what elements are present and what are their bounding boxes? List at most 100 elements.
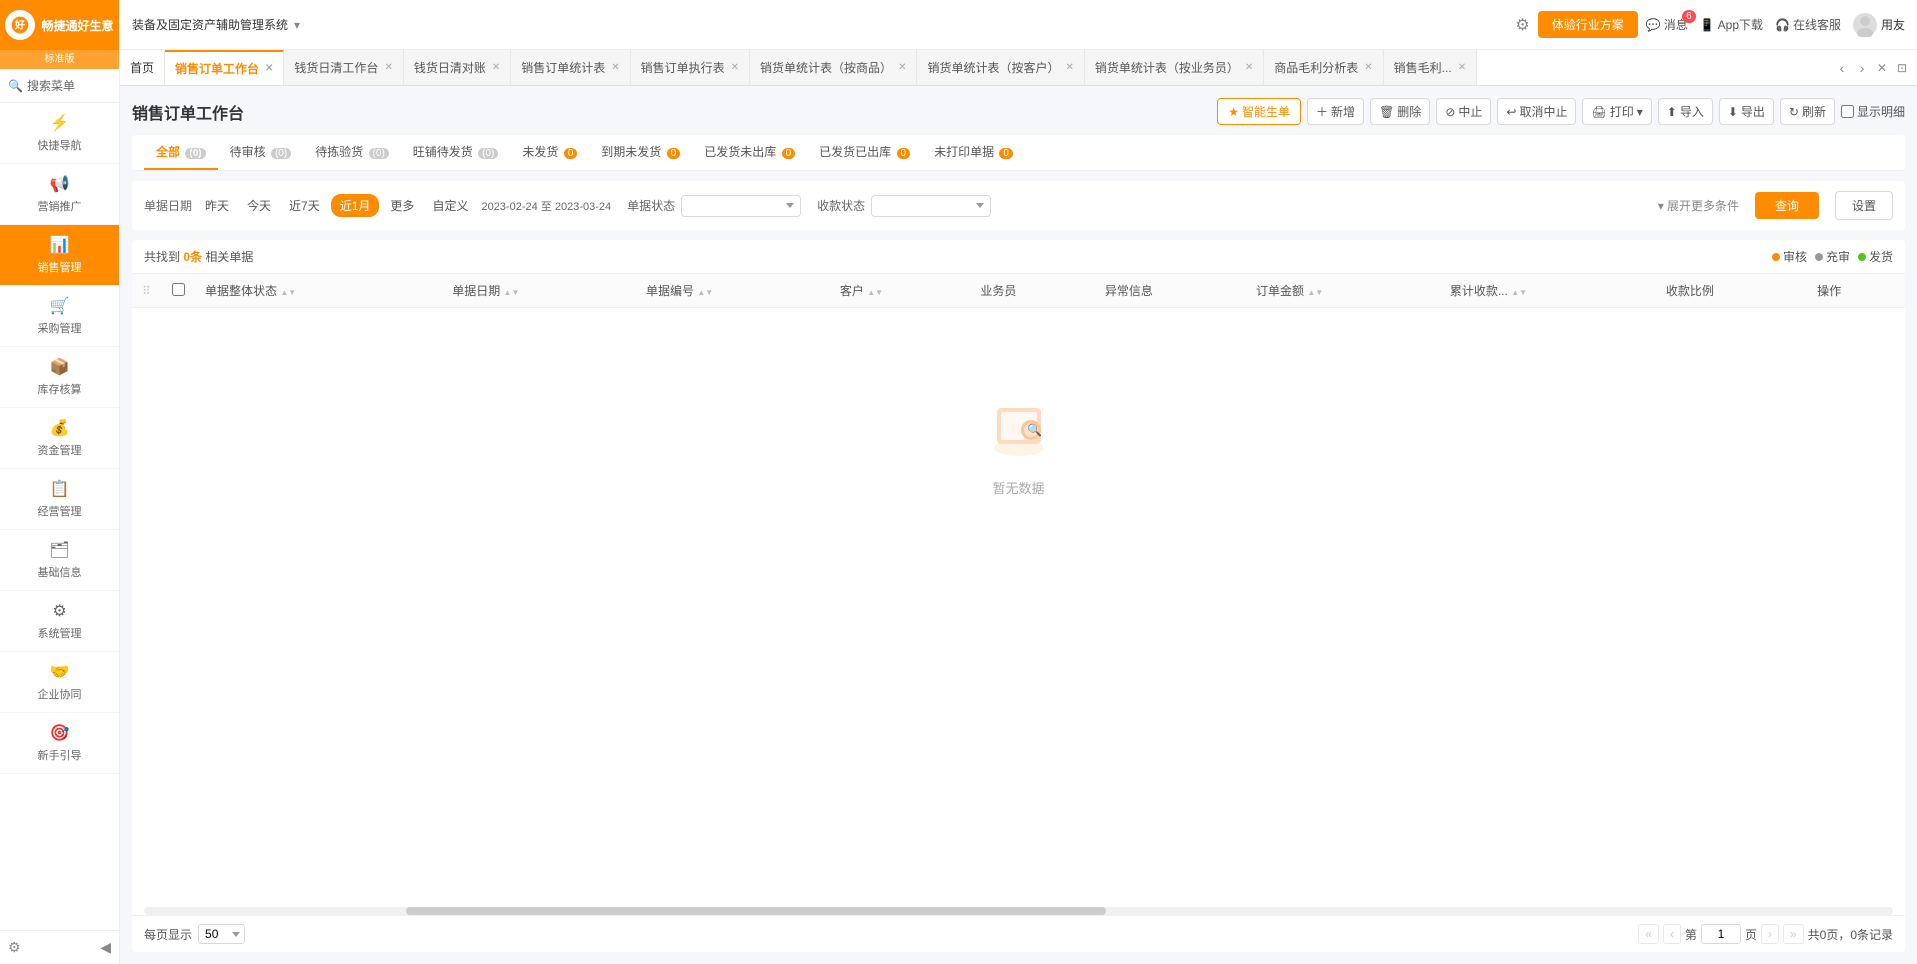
set-btn[interactable]: 设置 xyxy=(1835,191,1893,220)
tabs-next-arrow[interactable]: › xyxy=(1853,59,1871,77)
last-page-btn[interactable]: » xyxy=(1783,924,1804,944)
tab-sales-workbench[interactable]: 销售订单工作台 ✕ xyxy=(165,50,284,86)
print-btn[interactable]: 🖨 打印 ▾ xyxy=(1582,98,1651,125)
tabs-prev-arrow[interactable]: ‹ xyxy=(1833,59,1851,77)
delete-label: 删除 xyxy=(1397,103,1421,120)
sub-tab-expired-not-shipped[interactable]: 到期未发货 0 xyxy=(589,135,692,170)
sales-icon: 📊 xyxy=(50,235,70,255)
sub-tab-not-printed[interactable]: 未打印单据 0 xyxy=(922,135,1025,170)
tab-product-margin[interactable]: 商品毛利分析表 ✕ xyxy=(1264,50,1383,86)
first-page-btn[interactable]: « xyxy=(1638,924,1659,944)
topbar-settings-icon[interactable]: ⚙ xyxy=(1515,15,1529,35)
sidebar-item-sales[interactable]: 📊 销售管理 xyxy=(0,225,119,286)
industry-btn[interactable]: 体验行业方案 xyxy=(1538,11,1638,38)
sidebar-item-guide[interactable]: 🎯 新手引导 xyxy=(0,713,119,774)
table-header-row: ⠿ 单据整体状态 ▲▼ 单据日期 ▲▼ xyxy=(132,274,1905,308)
sidebar-item-system[interactable]: ⚙ 系统管理 xyxy=(0,591,119,652)
tabs-close-all[interactable]: ✕ xyxy=(1873,59,1891,77)
tab-close-icon[interactable]: ✕ xyxy=(731,62,739,73)
tab-cash-goods[interactable]: 钱货日清对账 ✕ xyxy=(404,50,511,86)
tab-daily-cashier[interactable]: 钱货日清工作台 ✕ xyxy=(284,50,403,86)
date-btn-today[interactable]: 今天 xyxy=(240,194,278,217)
prev-page-btn[interactable]: ‹ xyxy=(1663,924,1681,944)
purchase-icon: 🛒 xyxy=(50,296,70,316)
sidebar-item-enterprise[interactable]: 🤝 企业协同 xyxy=(0,652,119,713)
query-btn[interactable]: 查询 xyxy=(1755,192,1819,219)
tab-close-icon[interactable]: ✕ xyxy=(265,63,273,74)
tab-close-icon[interactable]: ✕ xyxy=(1364,62,1372,73)
stop-btn[interactable]: ⊘ 中止 xyxy=(1436,98,1491,125)
date-btn-7days[interactable]: 近7天 xyxy=(282,194,327,217)
tab-sales-stat-product[interactable]: 销货单统计表（按商品） ✕ xyxy=(750,50,917,86)
delete-btn[interactable]: 🗑 删除 xyxy=(1370,98,1430,125)
date-btn-1month[interactable]: 近1月 xyxy=(331,194,380,217)
show-detail-checkbox[interactable] xyxy=(1841,105,1854,118)
quick-review-btn[interactable]: 审核 xyxy=(1772,248,1807,265)
sidebar-item-quick-nav[interactable]: ⚡ 快捷导航 xyxy=(0,103,119,164)
export-icon: ⬇ xyxy=(1728,105,1738,119)
sub-tab-pending-inspect[interactable]: 待拣验货 (0) xyxy=(303,135,401,170)
tab-sales-more[interactable]: 销售毛利... ✕ xyxy=(1384,50,1477,86)
collapse-icon[interactable]: ◀ xyxy=(100,939,111,956)
tab-close-icon[interactable]: ✕ xyxy=(1458,62,1466,73)
date-btn-yesterday[interactable]: 昨天 xyxy=(198,194,236,217)
payment-select[interactable] xyxy=(871,195,991,217)
smart-generate-btn[interactable]: ★ 智能生单 xyxy=(1217,98,1301,125)
cancel-stop-btn[interactable]: ↩ 取消中止 xyxy=(1497,98,1576,125)
select-all-checkbox[interactable] xyxy=(172,283,185,296)
sidebar-item-finance[interactable]: 💰 资金管理 xyxy=(0,408,119,469)
import-btn[interactable]: ⬆ 导入 xyxy=(1658,98,1713,125)
date-btn-more[interactable]: 更多 xyxy=(383,194,421,217)
tab-home[interactable]: 首页 xyxy=(120,50,165,86)
review-dot xyxy=(1772,253,1780,261)
sub-tab-shipped-not-out[interactable]: 已发货未出库 0 xyxy=(692,135,807,170)
per-page-select[interactable]: 10 20 50 100 xyxy=(198,924,245,944)
sub-tab-wangpu[interactable]: 旺铺待发货 (0) xyxy=(401,135,511,170)
online-service-btn[interactable]: 🎧 在线客服 xyxy=(1775,16,1841,33)
page-input[interactable] xyxy=(1701,924,1741,944)
sort-icon: ▲▼ xyxy=(504,288,520,297)
sub-tab-all[interactable]: 全部 (0) xyxy=(144,135,218,170)
tab-sales-stat[interactable]: 销售订单统计表 ✕ xyxy=(511,50,630,86)
sub-tab-not-shipped[interactable]: 未发货 0 xyxy=(510,135,589,170)
tab-close-icon[interactable]: ✕ xyxy=(384,62,392,73)
sidebar-item-marketing[interactable]: 📢 营销推广 xyxy=(0,164,119,225)
topbar-icons: 💬 消息 6 📱 App下载 🎧 在线客服 用友 xyxy=(1646,13,1905,37)
tab-close-icon[interactable]: ✕ xyxy=(611,62,619,73)
sidebar-search[interactable]: 🔍 搜索菜单 xyxy=(0,69,119,103)
show-detail-toggle[interactable]: 显示明细 xyxy=(1841,103,1905,120)
sub-tab-pending-review[interactable]: 待审核 (0) xyxy=(218,135,304,170)
marketing-icon: 📢 xyxy=(50,174,70,194)
topbar-dropdown-icon[interactable]: ▾ xyxy=(294,18,300,32)
app-download-btn[interactable]: 📱 App下载 xyxy=(1700,16,1763,33)
message-btn[interactable]: 💬 消息 6 xyxy=(1646,16,1688,33)
cancel-dot xyxy=(1815,253,1823,261)
date-btn-custom[interactable]: 自定义 xyxy=(425,194,475,217)
user-menu[interactable]: 用友 xyxy=(1853,13,1905,37)
sidebar-item-inventory[interactable]: 📦 库存核算 xyxy=(0,347,119,408)
status-select[interactable] xyxy=(681,195,801,217)
quick-ship-btn[interactable]: 发货 xyxy=(1858,248,1893,265)
sub-tab-label: 已发货未出库 xyxy=(704,145,776,159)
tab-sales-stat-client[interactable]: 销货单统计表（按客户） ✕ xyxy=(917,50,1084,86)
scrollbar-thumb[interactable] xyxy=(406,907,1106,915)
next-page-btn[interactable]: › xyxy=(1761,924,1779,944)
export-btn[interactable]: ⬇ 导出 xyxy=(1719,98,1774,125)
sub-tab-shipped-out[interactable]: 已发货已出库 0 xyxy=(807,135,922,170)
tab-sales-stat-staff[interactable]: 销货单统计表（按业务员） ✕ xyxy=(1085,50,1264,86)
tab-sales-exec[interactable]: 销售订单执行表 ✕ xyxy=(631,50,750,86)
filter-expand-btn[interactable]: ▾ 展开更多条件 xyxy=(1658,197,1739,214)
refresh-btn[interactable]: ↻ 刷新 xyxy=(1780,98,1835,125)
tab-close-icon[interactable]: ✕ xyxy=(492,62,500,73)
quick-cancel-review-btn[interactable]: 充审 xyxy=(1815,248,1850,265)
horizontal-scrollbar[interactable] xyxy=(144,907,1893,915)
sidebar-item-purchase[interactable]: 🛒 采购管理 xyxy=(0,286,119,347)
tabs-expand-icon[interactable]: ⊡ xyxy=(1893,59,1911,77)
sidebar-item-base-info[interactable]: 🗂 基础信息 xyxy=(0,530,119,591)
add-btn[interactable]: ＋ 新增 xyxy=(1307,98,1364,125)
tab-close-icon[interactable]: ✕ xyxy=(1245,62,1253,73)
settings-icon[interactable]: ⚙ xyxy=(8,939,21,956)
sidebar-item-operations[interactable]: 📋 经营管理 xyxy=(0,469,119,530)
tab-close-icon[interactable]: ✕ xyxy=(898,62,906,73)
tab-close-icon[interactable]: ✕ xyxy=(1065,62,1073,73)
